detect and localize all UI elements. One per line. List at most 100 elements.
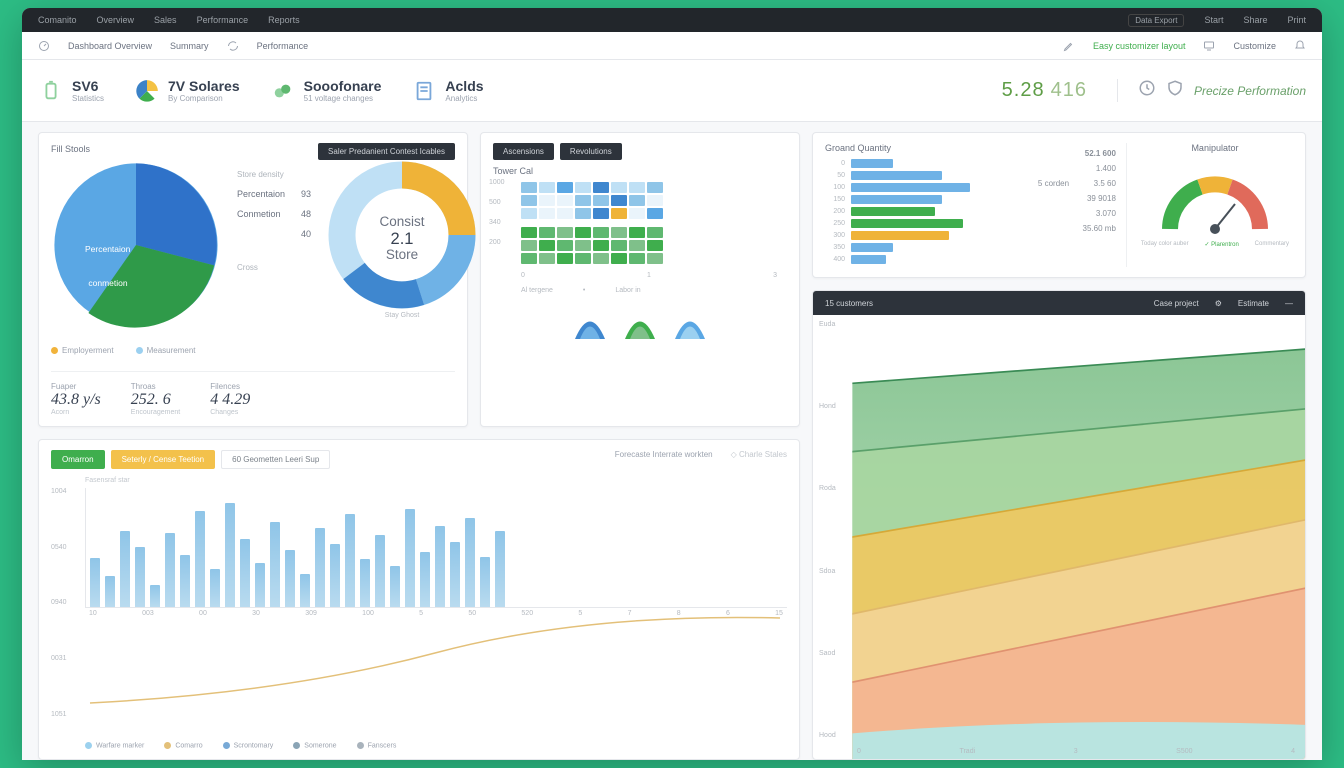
- gauge-label: Commentary: [1255, 241, 1289, 248]
- gear-icon[interactable]: ⚙: [1215, 299, 1222, 308]
- gauge-label: Today color auber: [1141, 241, 1189, 248]
- breadcrumb[interactable]: Dashboard Overview: [68, 41, 152, 51]
- legend-value: 48: [301, 209, 311, 219]
- battery-icon: [38, 78, 64, 104]
- legend-item: Somerone: [304, 742, 336, 749]
- side-value: 3.070: [1096, 209, 1116, 218]
- kpi-title: 7V Solares: [168, 78, 240, 94]
- pen-icon: [1063, 40, 1075, 52]
- side-value: 1.400: [1096, 164, 1116, 173]
- main-grid: Fill Stools Saler Predanient Contest Ica…: [22, 122, 1322, 760]
- card-title: Fill Stools: [51, 144, 90, 154]
- metric-strip: Fuaper43.8 y/sAcorn Throas252. 6Encourag…: [51, 371, 455, 416]
- gauge-icon: [38, 40, 50, 52]
- tab-button[interactable]: 60 Geometten Leeri Sup: [221, 450, 330, 469]
- metric-a: 5.28: [1002, 79, 1045, 101]
- tab-dark[interactable]: Saler Predanient Contest Icables: [318, 143, 455, 160]
- legend-value: 93: [301, 189, 311, 199]
- bar-extra: Charle Stales: [739, 450, 787, 459]
- topnav-right[interactable]: Print: [1287, 15, 1306, 25]
- refresh-icon[interactable]: [227, 40, 239, 52]
- heat-foot: Al tergene: [521, 287, 553, 294]
- metric-sub: Acorn: [51, 409, 101, 416]
- metric-top: Fuaper: [51, 382, 101, 391]
- tab-dark[interactable]: Ascensions: [493, 143, 554, 160]
- kpi-sub: Statistics: [72, 94, 104, 103]
- pie-icon: [134, 78, 160, 104]
- donut-sub: Stay Ghost: [327, 312, 477, 319]
- side-value: 35.60 mb: [1083, 224, 1116, 233]
- arch-icons: [493, 304, 787, 344]
- kpi-side-panel: Precize Performation: [1117, 79, 1306, 102]
- legend-item: Scrontomary: [234, 742, 274, 749]
- bar-card: Omarron Seterly / Cense Teetion 60 Geome…: [38, 439, 800, 760]
- pie-card: Fill Stools Saler Predanient Contest Ica…: [38, 132, 468, 427]
- area-x-axis: 0Tradi3S5004: [857, 748, 1295, 755]
- card-title: Manipulator: [1137, 143, 1293, 153]
- bell-icon[interactable]: [1294, 40, 1306, 52]
- layout-link[interactable]: Easy customizer layout: [1093, 41, 1186, 51]
- metric-value: 4 4.29: [210, 391, 250, 409]
- svg-text:2.1: 2.1: [391, 230, 414, 248]
- breadcrumb-row: Dashboard Overview Summary Performance E…: [22, 32, 1322, 60]
- breadcrumb[interactable]: Performance: [257, 41, 309, 51]
- topnav-right[interactable]: Start: [1204, 15, 1223, 25]
- metric-b: 416: [1051, 79, 1087, 101]
- kpi-title: Sooofonare: [304, 78, 382, 94]
- kpi-metric: 5.28 416: [1002, 79, 1087, 102]
- card-title: Groand Quantity: [825, 143, 1028, 153]
- legend-label: Conmetion: [237, 209, 281, 219]
- area-head-item[interactable]: Estimate: [1238, 299, 1269, 308]
- heat-foot: Labor in: [615, 287, 640, 294]
- topnav-right[interactable]: Share: [1243, 15, 1267, 25]
- topnav-item[interactable]: Overview: [97, 15, 135, 25]
- svg-text:conmetion: conmetion: [88, 278, 127, 288]
- legend-item: Warfare marker: [96, 742, 144, 749]
- area-header: 15 customers Case project ⚙ Estimate —: [813, 291, 1305, 315]
- customize-button[interactable]: Customize: [1233, 41, 1276, 51]
- tab-button[interactable]: Omarron: [51, 450, 105, 469]
- pie-chart: Percentaion conmetion: [51, 160, 221, 332]
- bar-sub: Fasensraf star: [85, 477, 787, 484]
- side-value: 3.5 60: [1094, 179, 1116, 188]
- topnav-item[interactable]: Sales: [154, 15, 177, 25]
- heat-y-axis: 1000500340200: [489, 179, 505, 246]
- side-value: 52.1 600: [1085, 149, 1116, 158]
- panel-title: Precize Performation: [1194, 84, 1306, 98]
- area-y-axis: EudaHondRodaSdoaSaodHood: [819, 321, 836, 739]
- pie-legend: Store density Percentaion93 Conmetion48 …: [237, 170, 311, 272]
- topnav-item[interactable]: Performance: [197, 15, 249, 25]
- area-head-item: Case project: [1154, 299, 1199, 308]
- side-label: 5 corden: [1038, 179, 1069, 188]
- legend-item: Employerment: [62, 346, 114, 355]
- kpi-card: 7V SolaresBy Comparison: [134, 78, 240, 104]
- bar-tabs: Omarron Seterly / Cense Teetion 60 Geome…: [51, 450, 787, 469]
- kpi-row: SV6Statistics 7V SolaresBy Comparison So…: [22, 60, 1322, 122]
- area-chart: [813, 315, 1305, 759]
- bar-y-axis: 10040540094000311051: [51, 488, 67, 718]
- area-card: 15 customers Case project ⚙ Estimate — E…: [812, 290, 1306, 760]
- metric-value: 43.8 y/s: [51, 391, 101, 409]
- breadcrumb[interactable]: Summary: [170, 41, 209, 51]
- bar-x-axis: 100030030309100550520578615: [85, 608, 787, 617]
- export-button[interactable]: Data Export: [1128, 14, 1184, 27]
- shield-icon: [1166, 79, 1184, 102]
- leaf-icon: [270, 78, 296, 104]
- quantity-card: Groand Quantity 050100150200250300350400…: [812, 132, 1306, 278]
- gauge-chart: Manipulator Today color auber ✓ Plarentr…: [1126, 143, 1293, 267]
- tab-button[interactable]: Seterly / Cense Teetion: [111, 450, 216, 469]
- tab-dark[interactable]: Revolutions: [560, 143, 622, 160]
- area-head-item: 15 customers: [825, 299, 873, 308]
- metric-top: Throas: [131, 382, 180, 391]
- hbar-chart: Groand Quantity 050100150200250300350400: [825, 143, 1028, 267]
- bottom-legend: Employerment Measurement: [51, 346, 455, 355]
- topnav-item[interactable]: Reports: [268, 15, 300, 25]
- card-title: Tower Cal: [493, 166, 787, 176]
- donut-label: Consist: [380, 214, 425, 229]
- svg-text:Percentaion: Percentaion: [85, 244, 131, 254]
- topbar: Comanito Overview Sales Performance Repo…: [22, 8, 1322, 32]
- kpi-card: AcldsAnalytics: [411, 78, 483, 104]
- metric-sub: Changes: [210, 409, 250, 416]
- kpi-title: Aclds: [445, 78, 483, 94]
- svg-text:Store: Store: [386, 247, 418, 262]
